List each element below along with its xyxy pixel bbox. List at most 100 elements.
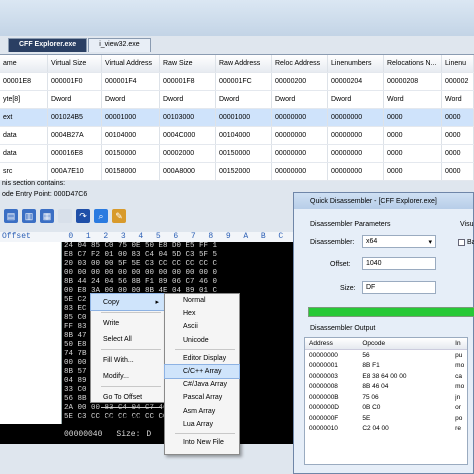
- hex-row[interactable]: 20 03 00 00 5F 5E C3 CC CC CC CC C: [64, 260, 308, 269]
- context-menu-item[interactable]: Fill With...: [91, 352, 165, 368]
- table-cell: 0000: [384, 145, 442, 162]
- current-offset: 00000040: [64, 429, 103, 439]
- disassembler-select[interactable]: x64 ▾: [362, 235, 436, 248]
- submenu-item[interactable]: Editor Display: [165, 352, 239, 365]
- size-input[interactable]: DF: [362, 281, 436, 294]
- table-row[interactable]: yte[8] Dword Dword Dword Dword Dword Dword Word…: [0, 91, 474, 109]
- hex-row[interactable]: 24 04 85 C0 75 0E 50 E8 D0 E5 FF 1: [64, 242, 308, 251]
- table-cell: 000001F4: [102, 73, 160, 90]
- base-checkbox[interactable]: Ba: [458, 239, 474, 246]
- tab-iview32[interactable]: i_view32.exe: [88, 38, 151, 52]
- output-cell: jn: [455, 393, 461, 401]
- base-checkbox-label: Ba: [467, 239, 474, 246]
- hex-row[interactable]: E8 C7 F2 01 00 83 C4 04 5D C3 5F 5: [64, 251, 308, 260]
- column-header[interactable]: Raw Size: [160, 55, 216, 72]
- column-header[interactable]: Linenumbers: [328, 55, 384, 72]
- tab-cff-explorer[interactable]: CFF Explorer.exe: [8, 38, 88, 52]
- output-row[interactable]: 00000001 8B F1 mo: [305, 361, 467, 372]
- table-cell: 00104000: [102, 127, 160, 144]
- disassembler-output-list[interactable]: Address Opcode In 00000000 56 pu 00000001 8B…: [304, 337, 468, 465]
- table-cell: 00002000: [160, 145, 216, 162]
- submenu-item[interactable]: Asm Array: [165, 405, 239, 418]
- table-cell: data: [0, 145, 48, 162]
- table-cell: 00001000: [216, 109, 272, 126]
- disassembler-label: Disassembler:: [310, 239, 355, 246]
- output-row[interactable]: 00000010 C2 04 00 re: [305, 424, 467, 435]
- table-cell: 000001F8: [160, 73, 216, 90]
- submenu-item[interactable]: Into New File: [165, 436, 239, 449]
- hex-row[interactable]: 8B 44 24 04 56 8B F1 89 06 C7 46 0: [64, 278, 308, 287]
- output-cell: C2 04 00: [362, 425, 389, 433]
- output-row[interactable]: 0000000F 5E po: [305, 413, 467, 424]
- column-header[interactable]: Opcode: [358, 340, 455, 347]
- submenu-item[interactable]: Normal: [165, 294, 239, 307]
- submenu-item[interactable]: C/C++ Array: [164, 363, 240, 380]
- table-cell: 00000204: [328, 73, 384, 90]
- hex-row[interactable]: 00 00 00 00 00 00 00 00 00 00 00 0: [64, 269, 308, 278]
- menu-separator: [101, 349, 161, 350]
- offset-input[interactable]: 1040: [362, 257, 436, 270]
- context-menu-item[interactable]: Disassemble ▸: [91, 410, 165, 426]
- search-icon[interactable]: ⌕: [94, 209, 108, 223]
- output-cell: 56: [362, 351, 370, 359]
- hex-status-bar: 00000040 Size: D: [0, 424, 300, 444]
- output-row[interactable]: 0000000B 75 06 jn: [305, 392, 467, 403]
- column-header[interactable]: Virtual Address: [102, 55, 160, 72]
- output-row[interactable]: 00000000 56 pu: [305, 350, 467, 361]
- context-menu-item[interactable]: Select All: [91, 331, 165, 347]
- copy-icon[interactable]: ▤: [4, 209, 18, 223]
- submenu-item[interactable]: Hex: [165, 307, 239, 320]
- goto-icon[interactable]: ↷: [76, 209, 90, 223]
- submenu-item[interactable]: Pascal Array: [165, 391, 239, 404]
- submenu-item[interactable]: Lua Array: [165, 418, 239, 431]
- column-header[interactable]: Raw Address: [216, 55, 272, 72]
- column-header[interactable]: Reloc Address: [272, 55, 328, 72]
- table-cell: 00000000: [328, 109, 384, 126]
- submenu-item[interactable]: Unicode: [165, 334, 239, 347]
- sections-table: ame Virtual Size Virtual Address Raw Siz…: [0, 54, 474, 181]
- table-cell: 00150000: [216, 145, 272, 162]
- column-header[interactable]: Address: [305, 340, 358, 347]
- hex-column-header: B: [260, 232, 266, 241]
- hex-side-panel: [0, 242, 62, 424]
- column-header[interactable]: Virtual Size: [48, 55, 102, 72]
- hex-column-header: 4: [138, 232, 144, 241]
- output-row[interactable]: 00000003 E8 38 64 00 00 ca: [305, 371, 467, 382]
- context-menu-item[interactable]: Write: [91, 315, 165, 331]
- table-row[interactable]: ext 001024B5 00001000 00103000 00001000 00000…: [0, 109, 474, 127]
- context-menu-item[interactable]: Go To Offset: [91, 389, 165, 405]
- table-cell: 00158000: [102, 163, 160, 180]
- submenu-item[interactable]: C#/Java Array: [165, 378, 239, 391]
- output-cell: or: [455, 404, 461, 412]
- table-cell: 00000208: [384, 73, 442, 90]
- table-row[interactable]: src 000A7E10 00158000 000A8000 00152000 00000…: [0, 163, 474, 181]
- save-icon[interactable]: ▦: [40, 209, 54, 223]
- menu-separator: [175, 432, 235, 434]
- paste-icon[interactable]: ▥: [22, 209, 36, 223]
- hex-column-header: 5: [155, 232, 161, 241]
- edit-icon[interactable]: ✎: [112, 209, 126, 223]
- hex-header: Offset0123456789ABCD: [0, 232, 310, 242]
- column-header[interactable]: ame: [0, 55, 48, 72]
- table-row[interactable]: 00001E8 000001F0 000001F4 000001F8 000001FC 0…: [0, 73, 474, 91]
- table-row[interactable]: data 0004B27A 00104000 0004C000 00104000 0000…: [0, 127, 474, 145]
- output-row[interactable]: 0000000D 0B C0 or: [305, 403, 467, 414]
- table-cell: 0000: [384, 127, 442, 144]
- column-header[interactable]: Linenu: [442, 55, 474, 72]
- submenu-item[interactable]: Ascii: [165, 320, 239, 333]
- output-row[interactable]: 00000008 8B 46 04 mo: [305, 382, 467, 393]
- context-menu-item[interactable]: Modify...: [91, 368, 165, 384]
- table-cell: yte[8]: [0, 91, 48, 108]
- table-cell: 000001F0: [48, 73, 102, 90]
- output-cell: 0000000D: [309, 404, 339, 412]
- quick-disassembler-window: Quick Disassembler - [CFF Explorer.exe] …: [293, 192, 474, 474]
- table-row[interactable]: data 000016E8 00150000 00002000 00150000 0000…: [0, 145, 474, 163]
- context-menu-item[interactable]: Copy ▸: [90, 293, 166, 311]
- table-cell: Dword: [272, 91, 328, 108]
- table-cell: 000016E8: [48, 145, 102, 162]
- column-header[interactable]: Relocations N...: [384, 55, 442, 72]
- hex-column-header: 8: [208, 232, 214, 241]
- table-cell: 00000000: [272, 109, 328, 126]
- output-cell: 0000000B: [309, 393, 339, 401]
- column-header[interactable]: In: [455, 340, 467, 347]
